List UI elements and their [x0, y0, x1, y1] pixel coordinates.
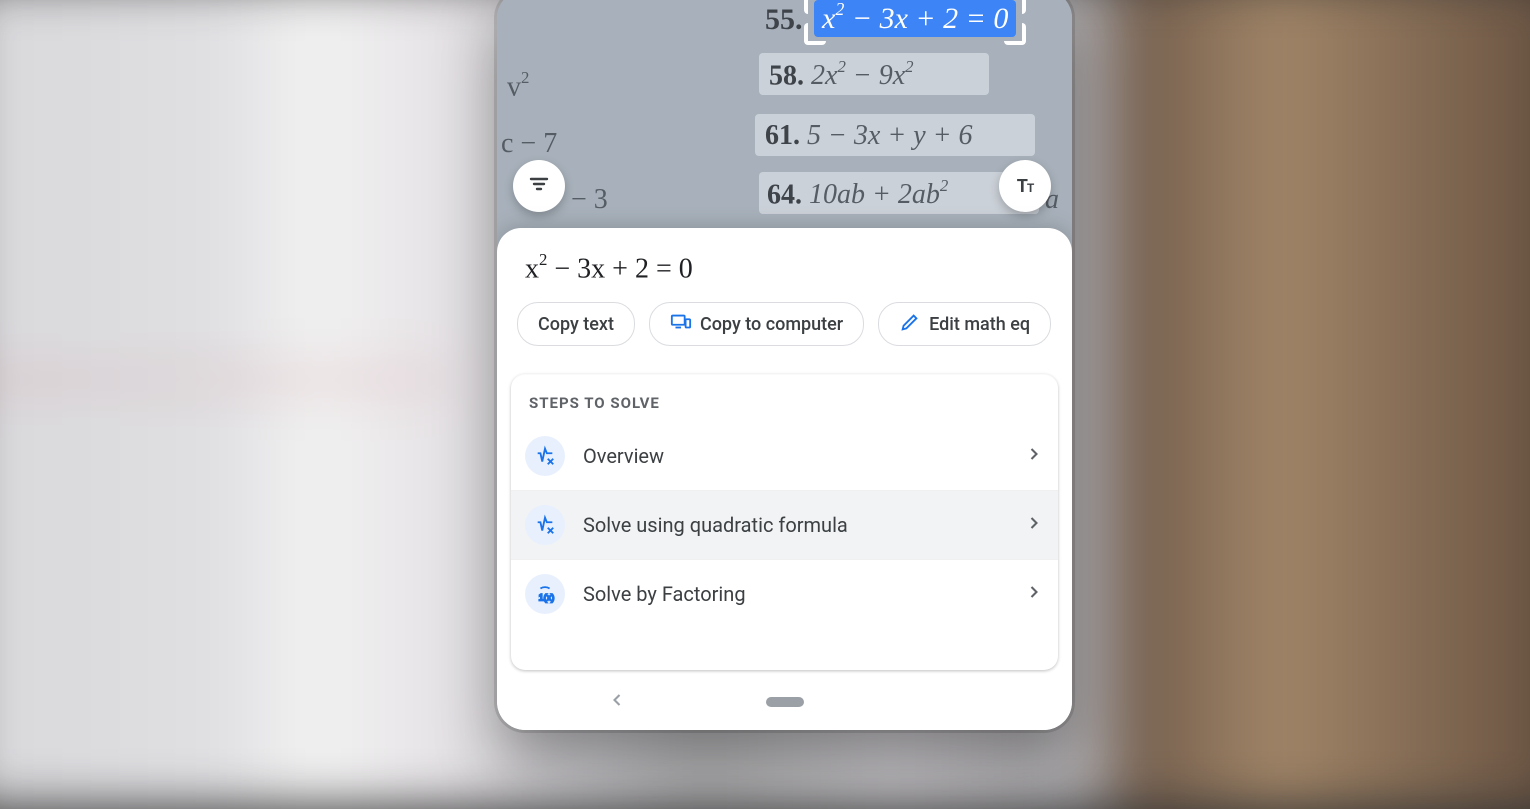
filter-icon [527, 172, 551, 200]
selection-corner [1004, 23, 1026, 45]
math-problem-64[interactable]: 64. 10ab + 2ab2 [767, 178, 948, 211]
row-label: Solve by Factoring [583, 582, 1006, 606]
chip-label: Copy to computer [700, 314, 843, 335]
row-label: Overview [583, 444, 1006, 468]
page-text-fragment: c − 7 [501, 128, 557, 160]
pencil-icon [899, 311, 921, 338]
phone-frame: 55. x2 − 3x + 2 = 0 58. 2x2 − 9x2 61. 5 … [497, 0, 1072, 730]
problem-number: 58. [769, 60, 804, 91]
factor-icon: 1(x) [525, 574, 565, 614]
action-chips-row: Copy text Copy to computer [517, 302, 1072, 346]
page-text-fragment: − 3 [571, 184, 608, 216]
step-row-quadratic[interactable]: Solve using quadratic formula [511, 490, 1058, 559]
step-row-overview[interactable]: Overview [511, 422, 1058, 490]
text-mode-button[interactable]: TT [999, 160, 1051, 212]
math-problem-55[interactable]: 55. x2 − 3x + 2 = 0 [765, 2, 1012, 37]
problem-number: 55. [765, 3, 803, 36]
equation-text: 2x2 − 9x2 [811, 60, 914, 91]
android-nav-bar [497, 674, 1072, 730]
copy-text-chip[interactable]: Copy text [517, 302, 635, 346]
devices-icon [670, 311, 692, 338]
selected-equation-box[interactable]: x2 − 3x + 2 = 0 [814, 0, 1016, 37]
chevron-right-icon [1024, 513, 1044, 537]
steps-header: STEPS TO SOLVE [511, 374, 1058, 422]
copy-to-computer-chip[interactable]: Copy to computer [649, 302, 864, 346]
svg-text:1(x): 1(x) [539, 592, 555, 602]
steps-card: STEPS TO SOLVE Overview [511, 374, 1058, 670]
equation-text: 10ab + 2ab2 [809, 179, 948, 210]
chip-label: Copy text [538, 314, 614, 335]
selection-corner [804, 0, 826, 14]
selection-corner [804, 23, 826, 45]
home-pill[interactable] [766, 697, 804, 707]
text-icon: TT [1017, 176, 1034, 197]
equation-text: 5 − 3x + y + 6 [807, 120, 973, 151]
row-label: Solve using quadratic formula [583, 513, 1006, 537]
selection-corner [1004, 0, 1026, 14]
math-icon [525, 436, 565, 476]
math-problem-61[interactable]: 61. 5 − 3x + y + 6 [765, 120, 973, 152]
problem-number: 64. [767, 179, 802, 210]
problem-number: 61. [765, 120, 800, 151]
results-sheet: x2 − 3x + 2 = 0 Copy text Copy to comput… [497, 228, 1072, 730]
math-icon [525, 505, 565, 545]
chevron-right-icon [1024, 582, 1044, 606]
chevron-right-icon [1024, 444, 1044, 468]
filter-button[interactable] [513, 160, 565, 212]
back-button[interactable] [607, 690, 627, 714]
edit-math-chip[interactable]: Edit math eq [878, 302, 1051, 346]
chip-label: Edit math eq [929, 314, 1030, 335]
step-row-factoring[interactable]: 1(x) Solve by Factoring [511, 559, 1058, 628]
page-text-fragment: v2 [507, 70, 529, 103]
math-problem-58[interactable]: 58. 2x2 − 9x2 [769, 59, 914, 92]
equation-text: x2 − 3x + 2 = 0 [822, 2, 1008, 35]
detected-equation: x2 − 3x + 2 = 0 [525, 252, 693, 285]
